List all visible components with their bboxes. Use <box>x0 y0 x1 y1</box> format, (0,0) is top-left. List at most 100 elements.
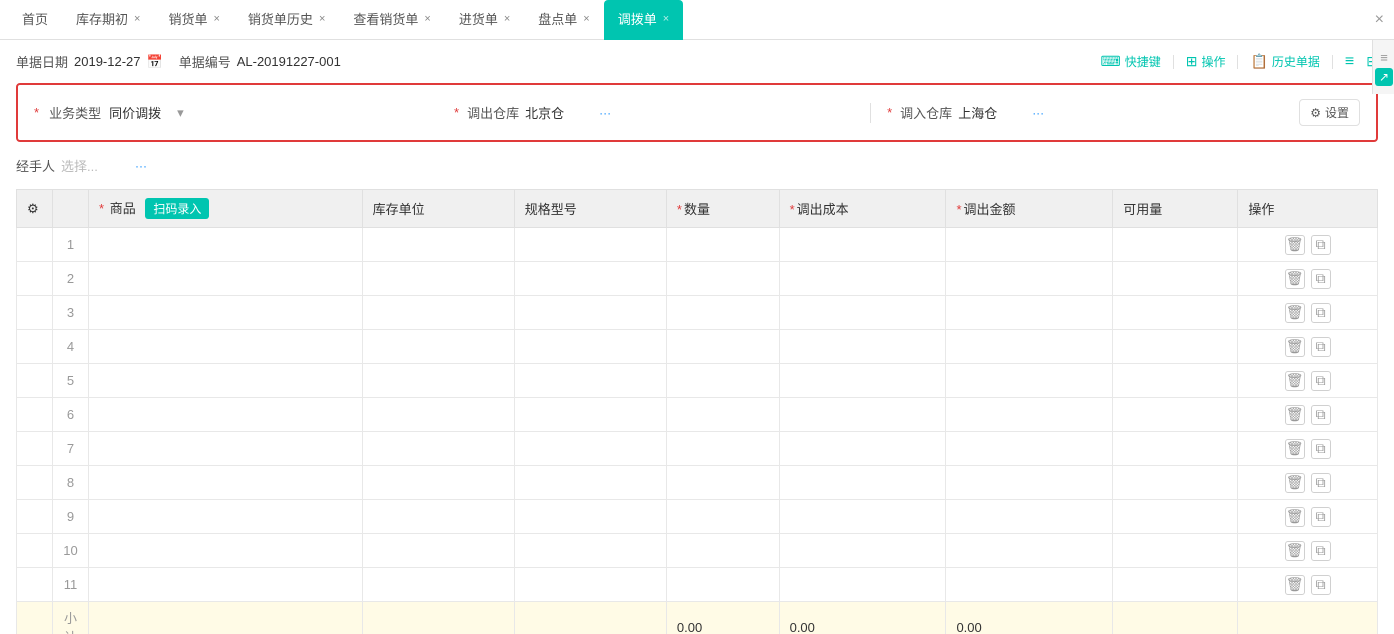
copy-icon[interactable]: ⧉ <box>1311 541 1331 561</box>
row-unit[interactable] <box>362 228 514 262</box>
row-amount[interactable] <box>946 466 1113 500</box>
transfer-in-more-icon[interactable]: ··· <box>1032 106 1044 120</box>
row-product[interactable] <box>89 534 363 568</box>
tab-inventory-init[interactable]: 库存期初 × <box>62 0 154 40</box>
col-settings[interactable]: ⚙ <box>17 190 53 228</box>
delete-icon[interactable]: 🗑 <box>1285 439 1305 459</box>
row-amount[interactable] <box>946 398 1113 432</box>
row-amount[interactable] <box>946 296 1113 330</box>
tab-stocktake-close[interactable]: × <box>583 13 589 25</box>
transfer-in-value[interactable]: 上海仓 <box>958 103 1018 122</box>
row-quantity[interactable] <box>666 500 779 534</box>
copy-icon[interactable]: ⧉ <box>1311 405 1331 425</box>
row-amount[interactable] <box>946 228 1113 262</box>
row-product[interactable] <box>89 568 363 602</box>
row-product[interactable] <box>89 262 363 296</box>
row-quantity[interactable] <box>666 398 779 432</box>
row-quantity[interactable] <box>666 296 779 330</box>
row-spec[interactable] <box>514 228 666 262</box>
tab-stocktake[interactable]: 盘点单 × <box>524 0 603 40</box>
row-amount[interactable] <box>946 262 1113 296</box>
table-settings-icon[interactable]: ⚙ <box>27 201 39 216</box>
copy-icon[interactable]: ⧉ <box>1311 303 1331 323</box>
tab-home[interactable]: 首页 <box>8 0 62 40</box>
delete-icon[interactable]: 🗑 <box>1285 541 1305 561</box>
scan-button[interactable]: 扫码录入 <box>145 198 209 219</box>
row-quantity[interactable] <box>666 568 779 602</box>
row-unit[interactable] <box>362 500 514 534</box>
settings-button[interactable]: ⚙ 设置 <box>1299 99 1360 126</box>
row-cost[interactable] <box>779 466 946 500</box>
row-quantity[interactable] <box>666 466 779 500</box>
row-amount[interactable] <box>946 330 1113 364</box>
row-unit[interactable] <box>362 534 514 568</box>
row-cost[interactable] <box>779 296 946 330</box>
row-amount[interactable] <box>946 500 1113 534</box>
business-type-dropdown-icon[interactable]: ▾ <box>177 105 184 121</box>
row-unit[interactable] <box>362 432 514 466</box>
row-spec[interactable] <box>514 262 666 296</box>
row-available[interactable] <box>1113 568 1238 602</box>
delete-icon[interactable]: 🗑 <box>1285 371 1305 391</box>
operation-button[interactable]: ⊞ 操作 <box>1186 53 1226 70</box>
tab-transfer[interactable]: 调拨单 × <box>604 0 683 40</box>
tab-view-sales-close[interactable]: × <box>424 13 430 25</box>
row-unit[interactable] <box>362 296 514 330</box>
row-quantity[interactable] <box>666 262 779 296</box>
row-available[interactable] <box>1113 500 1238 534</box>
row-quantity[interactable] <box>666 364 779 398</box>
transfer-out-value[interactable]: 北京仓 <box>525 103 585 122</box>
delete-icon[interactable]: 🗑 <box>1285 507 1305 527</box>
row-cost[interactable] <box>779 330 946 364</box>
row-available[interactable] <box>1113 228 1238 262</box>
row-spec[interactable] <box>514 568 666 602</box>
delete-icon[interactable]: 🗑 <box>1285 405 1305 425</box>
row-unit[interactable] <box>362 398 514 432</box>
business-type-value[interactable]: 同价调拨 <box>109 103 169 122</box>
copy-icon[interactable]: ⧉ <box>1311 439 1331 459</box>
delete-icon[interactable]: 🗑 <box>1285 269 1305 289</box>
row-available[interactable] <box>1113 466 1238 500</box>
row-spec[interactable] <box>514 500 666 534</box>
sidebar-list-icon[interactable]: ≡ <box>1375 48 1393 66</box>
row-available[interactable] <box>1113 364 1238 398</box>
delete-icon[interactable]: 🗑 <box>1285 575 1305 595</box>
copy-icon[interactable]: ⧉ <box>1311 235 1331 255</box>
row-product[interactable] <box>89 330 363 364</box>
row-product[interactable] <box>89 364 363 398</box>
row-amount[interactable] <box>946 534 1113 568</box>
row-product[interactable] <box>89 296 363 330</box>
row-available[interactable] <box>1113 330 1238 364</box>
tab-inventory-init-close[interactable]: × <box>134 13 140 25</box>
row-quantity[interactable] <box>666 228 779 262</box>
row-spec[interactable] <box>514 432 666 466</box>
row-quantity[interactable] <box>666 432 779 466</box>
row-product[interactable] <box>89 398 363 432</box>
row-quantity[interactable] <box>666 330 779 364</box>
delete-icon[interactable]: 🗑 <box>1285 473 1305 493</box>
tab-purchase-order[interactable]: 进货单 × <box>445 0 524 40</box>
tab-sales-history-close[interactable]: × <box>319 13 325 25</box>
row-unit[interactable] <box>362 262 514 296</box>
delete-icon[interactable]: 🗑 <box>1285 337 1305 357</box>
row-cost[interactable] <box>779 534 946 568</box>
row-cost[interactable] <box>779 262 946 296</box>
tab-sales-order[interactable]: 销货单 × <box>154 0 233 40</box>
tab-view-sales[interactable]: 查看销货单 × <box>339 0 444 40</box>
handler-value[interactable]: 选择... <box>61 156 121 175</box>
window-close-button[interactable]: × <box>1375 11 1384 29</box>
row-unit[interactable] <box>362 466 514 500</box>
handler-more-icon[interactable]: ··· <box>135 159 147 173</box>
row-cost[interactable] <box>779 398 946 432</box>
layout-list-button[interactable]: ≡ <box>1345 53 1354 71</box>
copy-icon[interactable]: ⧉ <box>1311 507 1331 527</box>
row-quantity[interactable] <box>666 534 779 568</box>
row-amount[interactable] <box>946 432 1113 466</box>
row-product[interactable] <box>89 466 363 500</box>
row-unit[interactable] <box>362 364 514 398</box>
copy-icon[interactable]: ⧉ <box>1311 473 1331 493</box>
row-spec[interactable] <box>514 466 666 500</box>
row-available[interactable] <box>1113 432 1238 466</box>
row-available[interactable] <box>1113 534 1238 568</box>
row-spec[interactable] <box>514 330 666 364</box>
